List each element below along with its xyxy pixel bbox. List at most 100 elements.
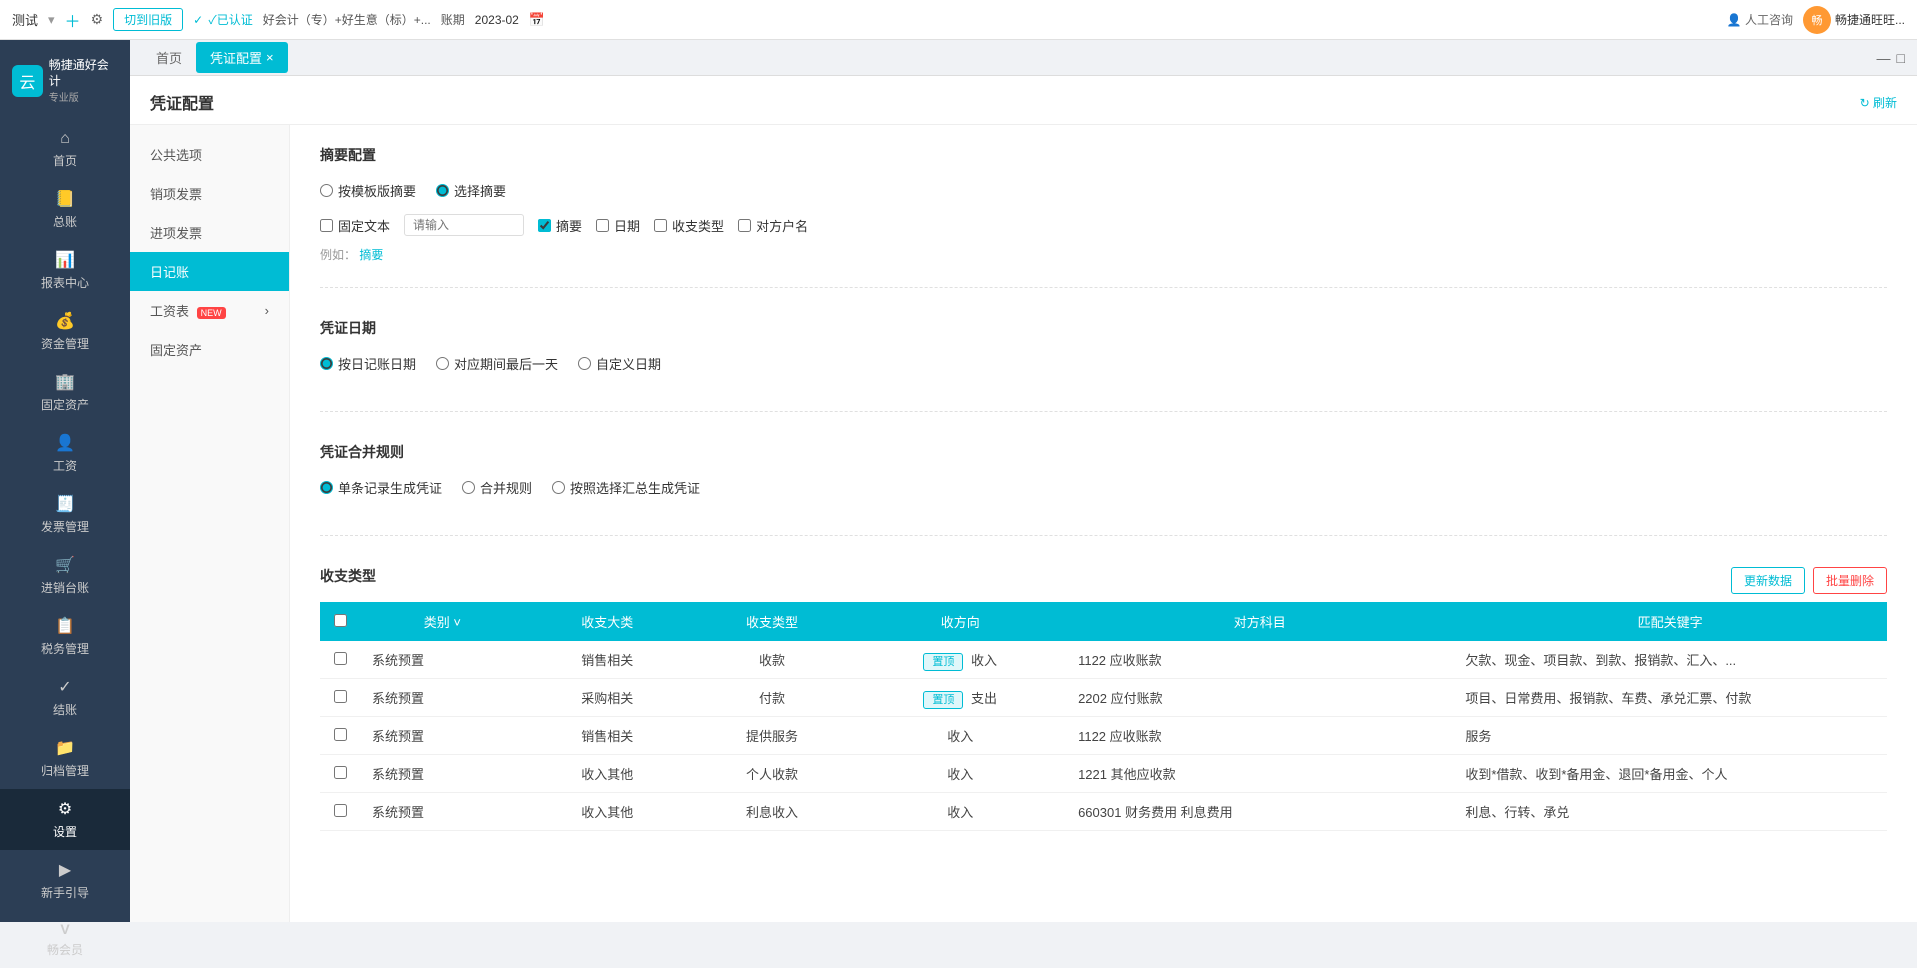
row-check-0[interactable] (320, 641, 360, 679)
row-check-2[interactable] (320, 717, 360, 755)
refresh-icon: ↻ (1860, 96, 1873, 110)
config-nav-payroll[interactable]: 工资表 NEW › (130, 291, 289, 330)
sidebar-item-ledger[interactable]: 📒 总账 (0, 179, 130, 240)
switch-version-button[interactable]: 切到旧版 (113, 8, 183, 31)
top-bar-tags: 好会计（专）+好生意（标）+... (263, 11, 431, 28)
radio-journal-date[interactable]: 按日记账日期 (320, 354, 416, 373)
tab-home[interactable]: 首页 (142, 42, 196, 73)
radio-template-input[interactable] (320, 184, 333, 197)
tab-close-icon[interactable]: × (266, 50, 274, 65)
sidebar-item-asset[interactable]: 🏢 固定资产 (0, 362, 130, 423)
config-nav-public[interactable]: 公共选项 (130, 135, 289, 174)
radio-summary-gen-input[interactable] (552, 481, 565, 494)
row-keywords-0: 欠款、现金、项目款、到款、报销款、汇入、... (1453, 641, 1887, 679)
top-bar-gear[interactable]: ⚙ (91, 11, 104, 28)
row-check-1[interactable] (320, 679, 360, 717)
top-bar-arrow[interactable]: ▾ (48, 12, 55, 28)
sidebar-item-label: 税务管理 (41, 640, 89, 657)
date-checkbox-input[interactable] (596, 219, 609, 232)
row-check-4[interactable] (320, 793, 360, 831)
counterparty-checkbox[interactable]: 对方户名 (738, 216, 808, 235)
radio-journal-date-input[interactable] (320, 357, 333, 370)
sidebar-item-label: 结账 (53, 701, 77, 718)
direction-tag-0[interactable]: 置顶 (923, 653, 963, 671)
radio-template[interactable]: 按模板版摘要 (320, 181, 416, 200)
table-row: 系统预置 采购相关 付款 置顶 支出 支出 2202 应付账款 项目、日常费用、… (320, 679, 1887, 717)
sidebar-item-label: 设置 (53, 823, 77, 840)
table-header-actions: 更新数据 批量删除 (1731, 567, 1887, 594)
sidebar-item-guide[interactable]: ▶ 新手引导 (0, 850, 130, 911)
logo-icon: 云 (12, 65, 43, 97)
fixed-text-checkbox[interactable]: 固定文本 (320, 216, 390, 235)
row-direction-4: 收入 (854, 793, 1066, 831)
select-all-checkbox[interactable] (334, 614, 347, 627)
radio-merge-rules-input[interactable] (462, 481, 475, 494)
config-nav-fixed-asset[interactable]: 固定资产 (130, 330, 289, 369)
refresh-button[interactable]: ↻ 刷新 (1860, 94, 1897, 111)
section-title-row: 收支类型 更新数据 批量删除 (320, 566, 1887, 602)
row-major-1: 采购相关 (525, 679, 690, 717)
sidebar-item-purchase[interactable]: 🛒 进销台账 (0, 545, 130, 606)
config-nav: 公共选项 销项发票 进项发票 日记账 工资表 NEW › 固定资产 (130, 125, 290, 922)
update-data-button[interactable]: 更新数据 (1731, 567, 1805, 594)
sidebar-item-home[interactable]: ⌂ 首页 (0, 120, 130, 179)
sidebar-logo: 云 畅捷通好会计 专业版 (0, 48, 130, 120)
top-bar-add[interactable]: ＋ (65, 8, 81, 32)
page: 凭证配置 ↻ 刷新 公共选项 销项发票 进项发票 日记账 工资表 NEW (130, 76, 1917, 922)
checkbox-row: 固定文本 摘要 日期 (320, 214, 1887, 236)
radio-custom-date-input[interactable] (578, 357, 591, 370)
sidebar-item-member[interactable]: V 畅会员 (0, 911, 130, 968)
radio-period-last[interactable]: 对应期间最后一天 (436, 354, 558, 373)
consult-button[interactable]: 👤 人工咨询 (1727, 11, 1793, 28)
type-checkbox[interactable]: 收支类型 (654, 216, 724, 235)
date-section-title: 凭证日期 (320, 318, 1887, 338)
type-checkbox-input[interactable] (654, 219, 667, 232)
fixed-text-checkbox-input[interactable] (320, 219, 333, 232)
row-check-3[interactable] (320, 755, 360, 793)
summary-checkbox-input[interactable] (538, 219, 551, 232)
sidebar-item-settle[interactable]: ✓ 结账 (0, 667, 130, 728)
radio-merge-rules[interactable]: 合并规则 (462, 478, 532, 497)
calendar-icon[interactable]: 📅 (529, 12, 545, 28)
summary-checkbox[interactable]: 摘要 (538, 216, 582, 235)
sidebar-item-tax[interactable]: 📋 税务管理 (0, 606, 130, 667)
radio-select-input[interactable] (436, 184, 449, 197)
radio-select[interactable]: 选择摘要 (436, 181, 506, 200)
example-text: 例如： 摘要 (320, 246, 1887, 263)
page-title: 凭证配置 (150, 90, 214, 114)
sidebar-item-invoice[interactable]: 🧾 发票管理 (0, 484, 130, 545)
row-category-3: 系统预置 (360, 755, 525, 793)
sidebar-item-settings[interactable]: ⚙ 设置 (0, 789, 130, 850)
sidebar-item-report[interactable]: 📊 报表中心 (0, 240, 130, 301)
maximize-button[interactable]: □ (1897, 50, 1905, 66)
th-major: 收支大类 (525, 602, 690, 641)
user-profile[interactable]: 畅 畅捷通旺旺... (1803, 6, 1905, 34)
row-keywords-4: 利息、行转、承兑 (1453, 793, 1887, 831)
fund-icon: 💰 (55, 311, 75, 331)
counterparty-checkbox-input[interactable] (738, 219, 751, 232)
sidebar-item-archive[interactable]: 📁 归档管理 (0, 728, 130, 789)
radio-custom-date[interactable]: 自定义日期 (578, 354, 661, 373)
config-nav-purchase-inv[interactable]: 进项发票 (130, 213, 289, 252)
row-major-3: 收入其他 (525, 755, 690, 793)
person-icon: 👤 (1727, 13, 1742, 27)
table-header-row: 类别 ˅ 收支大类 收支类型 收方向 对方科目 匹配关键字 (320, 602, 1887, 641)
fixed-text-input[interactable] (404, 214, 524, 236)
config-nav-sales[interactable]: 销项发票 (130, 174, 289, 213)
th-check (320, 602, 360, 641)
radio-single[interactable]: 单条记录生成凭证 (320, 478, 442, 497)
date-checkbox[interactable]: 日期 (596, 216, 640, 235)
radio-period-last-input[interactable] (436, 357, 449, 370)
minimize-button[interactable]: — (1877, 50, 1891, 66)
sidebar-item-fund[interactable]: 💰 资金管理 (0, 301, 130, 362)
config-nav-journal[interactable]: 日记账 (130, 252, 289, 291)
tab-config[interactable]: 凭证配置 × (196, 42, 288, 73)
batch-delete-button[interactable]: 批量删除 (1813, 567, 1887, 594)
sidebar-item-salary[interactable]: 👤 工资 (0, 423, 130, 484)
top-bar-title: 测试 (12, 10, 38, 29)
direction-tag-1[interactable]: 置顶 (923, 691, 963, 709)
merge-section-title: 凭证合并规则 (320, 442, 1887, 462)
radio-summary-gen[interactable]: 按照选择汇总生成凭证 (552, 478, 700, 497)
radio-single-input[interactable] (320, 481, 333, 494)
tab-bar-right: — □ (1877, 50, 1905, 66)
